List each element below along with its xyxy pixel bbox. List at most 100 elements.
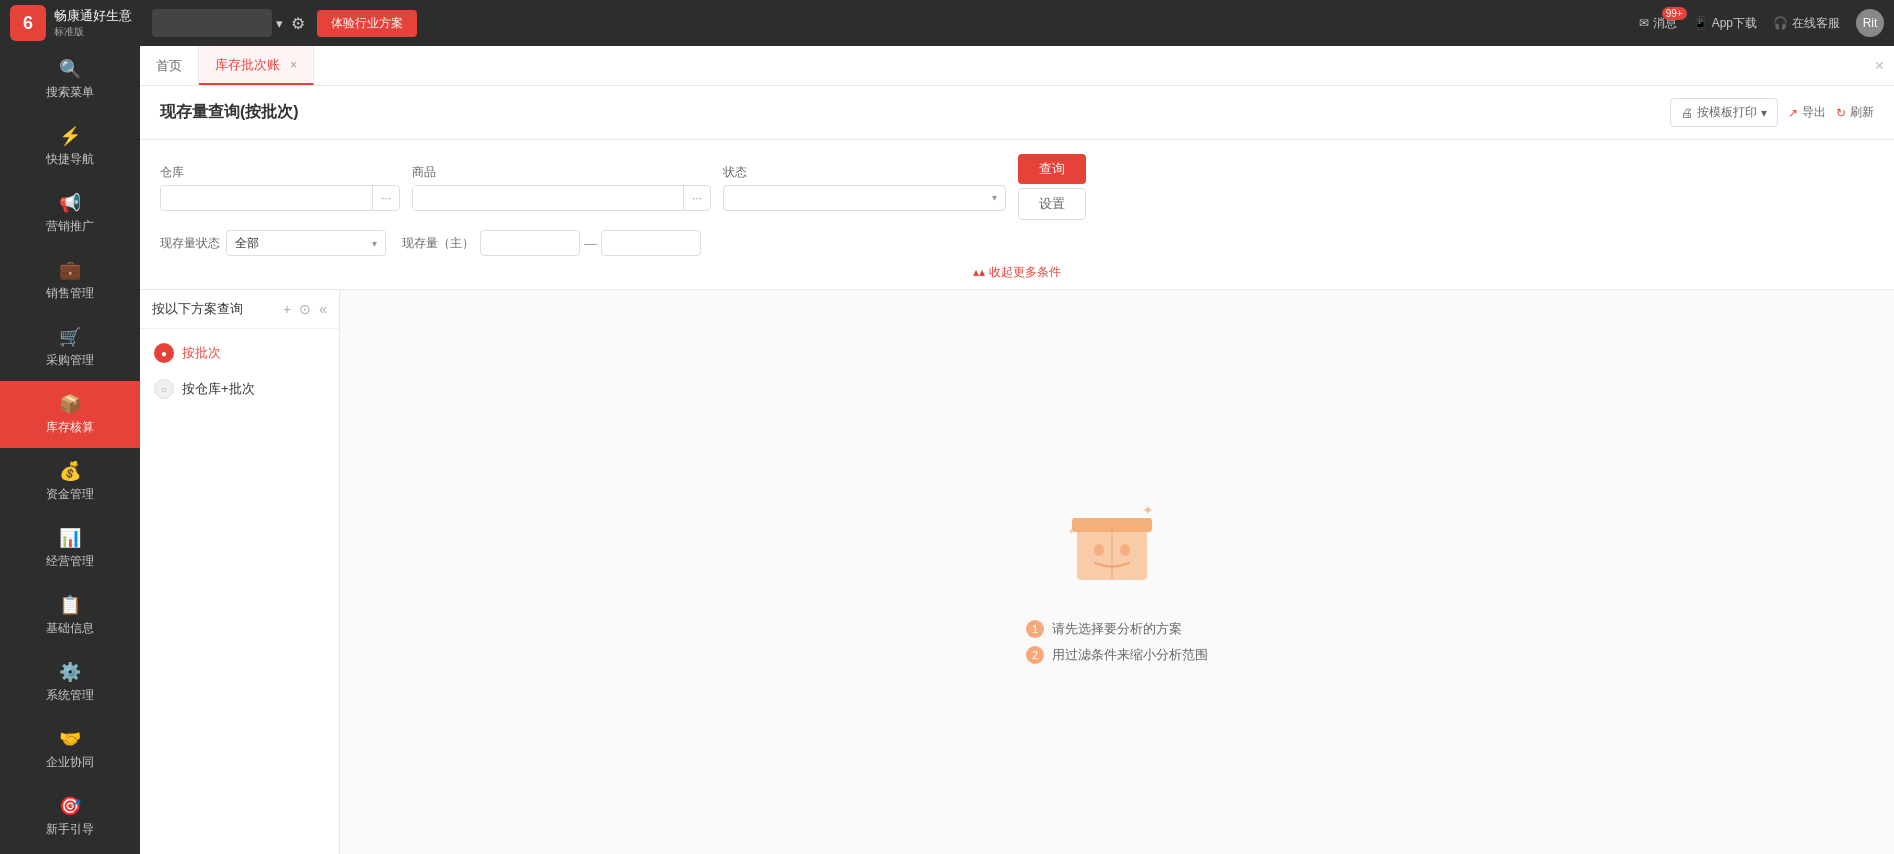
refresh-label: 刷新 (1850, 104, 1874, 121)
messages-btn[interactable]: ✉ 消息 99+ (1639, 15, 1677, 32)
sidebar-item-label: 销售管理 (46, 285, 94, 302)
enterprise-icon: 🤝 (59, 728, 81, 750)
refresh-btn[interactable]: ↻ 刷新 (1836, 104, 1874, 121)
hint-number-2: 2 (1026, 646, 1044, 664)
sidebar-item-label: 经营管理 (46, 553, 94, 570)
status-label: 状态 (723, 164, 1006, 181)
scheme-item-warehouse-batch[interactable]: ○ 按仓库+批次 (140, 371, 339, 407)
basics-icon: 📋 (59, 594, 81, 616)
sidebar-item-operations[interactable]: 📊 经营管理 (0, 515, 140, 582)
status-select-group: 启用 停用 ▾ (723, 185, 1006, 211)
sidebar: 🔍 搜索菜单 ⚡ 快捷导航 📢 营销推广 💼 销售管理 🛒 采购管理 📦 (0, 46, 140, 854)
stock-status-select-group: 全部 有库存 无库存 ▾ (226, 230, 386, 256)
range-dash: — (584, 236, 597, 251)
scheme-collapse-btn[interactable]: « (319, 301, 327, 317)
page-title: 现存量查询(按批次) (160, 102, 299, 123)
scheme-settings-btn[interactable]: ⊙ (299, 301, 311, 317)
topbar-search-input[interactable] (152, 9, 272, 37)
tab-close-icon[interactable]: × (290, 58, 297, 72)
sidebar-item-app-center[interactable]: 📱 应用中心 (0, 850, 140, 854)
scheme-list: ● 按批次 ○ 按仓库+批次 (140, 329, 339, 413)
export-btn[interactable]: ↗ 导出 (1788, 104, 1826, 121)
warehouse-more-btn[interactable]: ··· (372, 186, 399, 210)
left-panel: 按以下方案查询 + ⊙ « ● 按批次 ○ 按仓库+批次 (140, 290, 340, 854)
svg-point-4 (1120, 544, 1130, 556)
warehouse-field: 仓库 ··· (160, 164, 400, 211)
page-header-actions: 🖨 按模板打印 ▾ ↗ 导出 ↻ 刷新 (1670, 98, 1874, 127)
user-name: Rit (1863, 16, 1878, 30)
user-profile-btn[interactable]: Rit (1856, 9, 1884, 37)
sidebar-item-sales[interactable]: 💼 销售管理 (0, 247, 140, 314)
status-field: 状态 启用 停用 ▾ (723, 164, 1006, 211)
topbar-gear-btn[interactable]: ⚙ (291, 14, 305, 33)
app-download-btn[interactable]: 📱 App下载 (1693, 15, 1757, 32)
chevron-up-icon: ▴▴ (973, 265, 985, 279)
chevron-down-icon: ▾ (1761, 106, 1767, 120)
warehouse-input[interactable] (161, 186, 372, 210)
hint-text-1: 请先选择要分析的方案 (1052, 620, 1182, 638)
brand-name: 畅康通好生意 (54, 7, 132, 25)
template-print-btn[interactable]: 🖨 按模板打印 ▾ (1670, 98, 1778, 127)
filter-panel: 仓库 ··· 商品 ··· 状态 (140, 140, 1894, 290)
sidebar-item-marketing[interactable]: 📢 营销推广 (0, 180, 140, 247)
query-btn[interactable]: 查询 (1018, 154, 1086, 184)
template-print-label: 按模板打印 (1697, 104, 1757, 121)
empty-hint-2: 2 用过滤条件来缩小分析范围 (1026, 646, 1208, 664)
stock-status-select[interactable]: 全部 有库存 无库存 (227, 231, 364, 255)
stock-status-field: 现存量状态 全部 有库存 无库存 ▾ (160, 230, 386, 256)
sidebar-item-label: 采购管理 (46, 352, 94, 369)
left-panel-header: 按以下方案查询 + ⊙ « (140, 290, 339, 329)
collapse-btn[interactable]: ▴▴ 收起更多条件 (973, 264, 1060, 281)
stock-status-label: 现存量状态 (160, 235, 220, 252)
product-input[interactable] (413, 186, 683, 210)
tab-inventory-batch[interactable]: 库存批次账 × (199, 46, 314, 85)
sidebar-item-quick-nav[interactable]: ⚡ 快捷导航 (0, 113, 140, 180)
sidebar-item-enterprise[interactable]: 🤝 企业协同 (0, 716, 140, 783)
purchase-icon: 🛒 (59, 326, 81, 348)
svg-point-3 (1094, 544, 1104, 556)
messages-badge: 99+ (1662, 7, 1687, 20)
sidebar-item-label: 搜索菜单 (46, 84, 94, 101)
topbar-search-dropdown[interactable]: ▾ (276, 16, 283, 31)
system-icon: ⚙️ (59, 661, 81, 683)
scheme-item-batch[interactable]: ● 按批次 (140, 335, 339, 371)
scheme-item-label: 按批次 (182, 344, 221, 362)
scheme-item-label: 按仓库+批次 (182, 380, 255, 398)
product-input-group: ··· (412, 185, 711, 211)
sidebar-item-label: 新手引导 (46, 821, 94, 838)
message-icon: ✉ (1639, 16, 1649, 30)
sidebar-item-purchase[interactable]: 🛒 采购管理 (0, 314, 140, 381)
sidebar-item-system[interactable]: ⚙️ 系统管理 (0, 649, 140, 716)
tab-bar-close-btn[interactable]: × (1865, 57, 1894, 75)
status-select[interactable]: 启用 停用 (724, 186, 984, 210)
hint-text-2: 用过滤条件来缩小分析范围 (1052, 646, 1208, 664)
sidebar-item-search-menu[interactable]: 🔍 搜索菜单 (0, 46, 140, 113)
sidebar-item-label: 营销推广 (46, 218, 94, 235)
sidebar-item-newbie[interactable]: 🎯 新手引导 (0, 783, 140, 850)
add-scheme-btn[interactable]: + (283, 301, 291, 317)
newbie-icon: 🎯 (59, 795, 81, 817)
inventory-icon: 📦 (59, 393, 81, 415)
tab-home[interactable]: 首页 (140, 46, 199, 85)
sidebar-item-basics[interactable]: 📋 基础信息 (0, 582, 140, 649)
scheme-icon-inactive: ○ (154, 379, 174, 399)
topbar: 6 畅康通好生意 标准版 ▾ ⚙ 体验行业方案 ✉ 消息 99+ 📱 App下载… (0, 0, 1894, 46)
sidebar-item-finance[interactable]: 💰 资金管理 (0, 448, 140, 515)
sidebar-item-inventory[interactable]: 📦 库存核算 (0, 381, 140, 448)
warehouse-label: 仓库 (160, 164, 400, 181)
online-service-label: 在线客服 (1792, 15, 1840, 32)
right-content: ✦ ✦ 1 请先选择要分析的方案 2 用过滤条件来缩小分析范围 (340, 290, 1894, 854)
hint-number-1: 1 (1026, 620, 1044, 638)
app-brand: 畅康通好生意 标准版 (54, 7, 132, 39)
quick-nav-icon: ⚡ (59, 125, 81, 147)
trial-btn[interactable]: 体验行业方案 (317, 10, 417, 37)
stock-qty-max-input[interactable] (601, 230, 701, 256)
operations-icon: 📊 (59, 527, 81, 549)
topbar-actions: ✉ 消息 99+ 📱 App下载 🎧 在线客服 Rit (1639, 9, 1884, 37)
avatar: Rit (1856, 9, 1884, 37)
online-service-btn[interactable]: 🎧 在线客服 (1773, 15, 1840, 32)
product-more-btn[interactable]: ··· (683, 186, 710, 210)
set-btn[interactable]: 设置 (1018, 188, 1086, 220)
refresh-icon: ↻ (1836, 106, 1846, 120)
stock-qty-min-input[interactable] (480, 230, 580, 256)
